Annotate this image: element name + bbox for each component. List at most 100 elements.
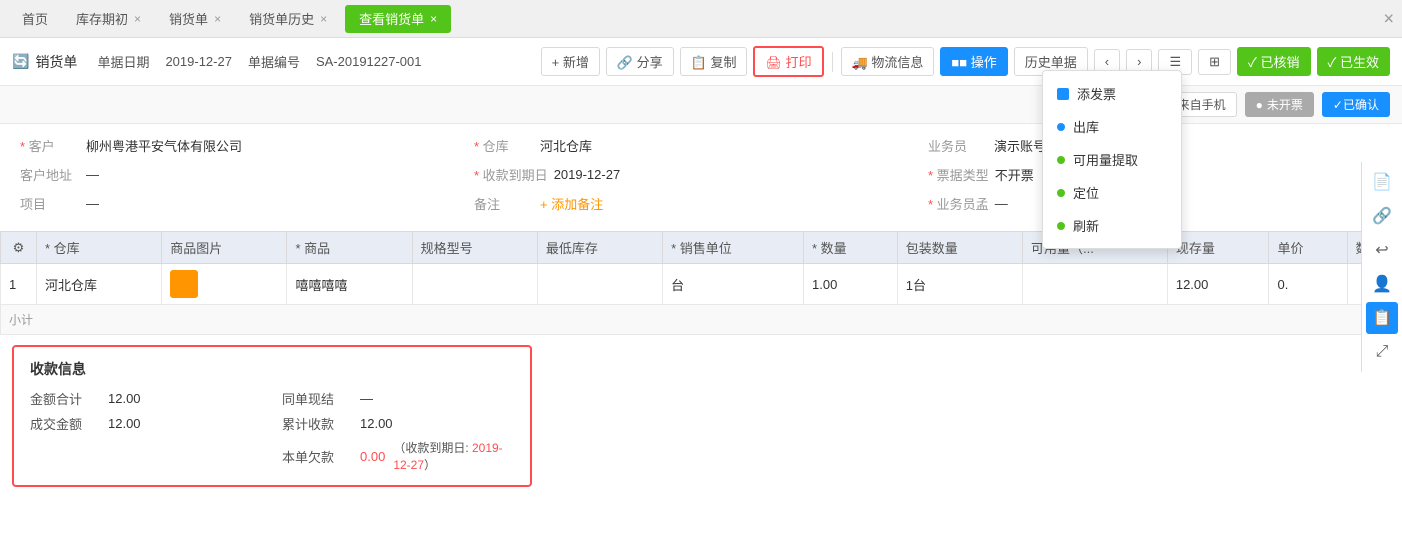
ticket-label: 票据类型 xyxy=(928,165,989,184)
col-stock: 现存量 xyxy=(1167,232,1269,264)
project-value: — xyxy=(80,196,105,211)
payment-date-label: 收款到期日 xyxy=(474,165,548,184)
row-price: 0. xyxy=(1269,264,1347,305)
share-button[interactable]: 🔗 分享 xyxy=(606,47,674,76)
customer-label: 客户 xyxy=(20,136,80,155)
close-tab-inventory[interactable]: × xyxy=(134,12,141,26)
payment-total-label: 金额合计 xyxy=(30,389,100,408)
sales-order-icon: 🔄 xyxy=(12,53,29,70)
payment-deal-label: 成交金额 xyxy=(30,414,100,433)
dot-green-icon2 xyxy=(1057,189,1065,197)
subtotal-label: 小计 xyxy=(1,305,1402,335)
table-row: 1 河北仓库 嘻嘻嘻嘻 台 1.00 1台 12.00 0. xyxy=(1,264,1402,305)
confirm-button[interactable]: ✓ 已确认 xyxy=(1322,92,1390,117)
sales-staff-label: 业务员孟 xyxy=(928,194,989,213)
project-field: 项目 — xyxy=(20,194,474,213)
row-spec xyxy=(412,264,537,305)
no-value: SA-20191227-001 xyxy=(316,54,422,69)
doc-title-text: 销货单 xyxy=(35,52,77,72)
owe-date: 2019-12-27 xyxy=(393,441,502,472)
tab-sales-order[interactable]: 销货单 × xyxy=(155,0,235,37)
no-label: 单据编号 xyxy=(248,52,300,71)
logistics-button[interactable]: 🚚 物流信息 xyxy=(841,47,935,76)
payment-owe-note: （收款到期日: 2019-12-27） xyxy=(393,439,514,473)
row-unit: 台 xyxy=(663,264,804,305)
ticket-value: 不开票 xyxy=(989,165,1040,184)
project-label: 项目 xyxy=(20,194,80,213)
sales-staff-value: — xyxy=(989,196,1014,211)
add-button[interactable]: + 新增 xyxy=(541,47,600,76)
col-spec: 规格型号 xyxy=(412,232,537,264)
date-value: 2019-12-27 xyxy=(165,54,232,69)
operations-button[interactable]: ■■ 操作 xyxy=(940,47,1007,76)
view-grid-button[interactable]: ⊞ xyxy=(1198,49,1231,75)
side-icon-4[interactable]: 👤 xyxy=(1366,268,1398,300)
print-button[interactable]: 🖨 打印 xyxy=(753,46,823,77)
dropdown-refresh[interactable]: 刷新 xyxy=(1043,209,1181,242)
note-field: 备注 + 添加备注 xyxy=(474,194,928,213)
tab-sales-history[interactable]: 销货单历史 × xyxy=(235,0,341,37)
products-table-wrap: ⚙ * 仓库 商品图片 * 商品 规格型号 最低库存 * 销售单位 * 数量 包… xyxy=(0,231,1402,335)
subtotal-row: 小计 xyxy=(1,305,1402,335)
main-content: 🔄 销货单 单据日期 2019-12-27 单据编号 SA-20191227-0… xyxy=(0,38,1402,533)
dropdown-add-invoice[interactable]: 添发票 xyxy=(1043,77,1181,110)
tab-inventory-init[interactable]: 库存期初 × xyxy=(62,0,155,37)
doc-title: 🔄 销货单 xyxy=(12,52,77,72)
row-pack-qty: 1台 xyxy=(897,264,1022,305)
side-icon-2[interactable]: 🔗 xyxy=(1366,200,1398,232)
row-warehouse: 河北仓库 xyxy=(37,264,162,305)
side-icon-expand[interactable]: ⤢ xyxy=(1366,336,1398,368)
dot-icon: ● xyxy=(1256,98,1263,112)
col-gear: ⚙ xyxy=(1,232,37,264)
payment-owe-row: 本单欠款 0.00 （收款到期日: 2019-12-27） xyxy=(282,439,514,473)
payment-cumulative-value: 12.00 xyxy=(360,416,393,431)
square-icon xyxy=(1057,88,1069,100)
customer-field: 客户 柳州粤港平安气体有限公司 xyxy=(20,136,474,155)
payment-settlement-label: 同单现结 xyxy=(282,389,352,408)
side-icon-3[interactable]: ↩ xyxy=(1366,234,1398,266)
payment-deal-row: 成交金额 12.00 xyxy=(30,414,262,433)
side-icon-5[interactable]: 📋 xyxy=(1366,302,1398,334)
products-table: ⚙ * 仓库 商品图片 * 商品 规格型号 最低库存 * 销售单位 * 数量 包… xyxy=(0,231,1402,335)
tab-bar: 首页 库存期初 × 销货单 × 销货单历史 × 查看销货单 × × xyxy=(0,0,1402,38)
form-area: 客户 柳州粤港平安气体有限公司 仓库 河北仓库 业务员 演示账号 客户地址 — xyxy=(0,124,1402,231)
payment-cumulative-row: 累计收款 12.00 xyxy=(282,414,514,433)
not-opened-button[interactable]: ● 未开票 xyxy=(1245,92,1314,117)
close-tab-sales-history[interactable]: × xyxy=(320,12,327,26)
payment-section: 收款信息 金额合计 12.00 同单现结 — 成交金额 12.00 累计收款 1… xyxy=(12,345,532,487)
header-bar: 🔄 销货单 单据日期 2019-12-27 单据编号 SA-20191227-0… xyxy=(0,38,1402,86)
close-tab-sales[interactable]: × xyxy=(214,12,221,26)
col-min-stock: 最低库存 xyxy=(537,232,662,264)
row-stock: 12.00 xyxy=(1167,264,1269,305)
payment-owe-label: 本单欠款 xyxy=(282,447,352,466)
col-unit: * 销售单位 xyxy=(663,232,804,264)
payment-total-value: 12.00 xyxy=(108,391,141,406)
second-toolbar: 📱 来自手机 ● 未开票 ✓ 已确认 xyxy=(0,86,1402,124)
separator xyxy=(832,52,833,72)
copy-button[interactable]: 📋 复制 xyxy=(680,47,748,76)
row-available xyxy=(1022,264,1167,305)
payment-owe-value: 0.00 xyxy=(360,449,385,464)
dropdown-locate[interactable]: 定位 xyxy=(1043,176,1181,209)
row-qty: 1.00 xyxy=(804,264,898,305)
sold-out-button[interactable]: ✓ 已核销 xyxy=(1237,47,1311,76)
doc-meta: 单据日期 2019-12-27 单据编号 SA-20191227-001 xyxy=(97,52,421,71)
payment-settlement-value: — xyxy=(360,391,373,406)
dot-green-icon3 xyxy=(1057,222,1065,230)
add-note-btn[interactable]: + 添加备注 xyxy=(534,194,609,213)
col-warehouse: * 仓库 xyxy=(37,232,162,264)
side-icon-1[interactable]: 📄 xyxy=(1366,166,1398,198)
tab-view-sales-order[interactable]: 查看销货单 × xyxy=(345,5,451,33)
dropdown-available[interactable]: 可用量提取 xyxy=(1043,143,1181,176)
close-tab-view-sales[interactable]: × xyxy=(430,12,437,26)
window-close-button[interactable]: × xyxy=(1383,8,1394,29)
address-label: 客户地址 xyxy=(20,165,80,184)
dropdown-outbound[interactable]: 出库 xyxy=(1043,110,1181,143)
row-image xyxy=(162,264,287,305)
tab-home[interactable]: 首页 xyxy=(8,0,62,37)
payment-date-value: 2019-12-27 xyxy=(548,167,627,182)
customer-value: 柳州粤港平安气体有限公司 xyxy=(80,136,248,155)
toolbar: + 新增 🔗 分享 📋 复制 🖨 打印 🚚 物流信息 ■■ 操作 xyxy=(541,46,1390,77)
effective-button[interactable]: ✓ 已生效 xyxy=(1317,47,1391,76)
warehouse-label: 仓库 xyxy=(474,136,534,155)
